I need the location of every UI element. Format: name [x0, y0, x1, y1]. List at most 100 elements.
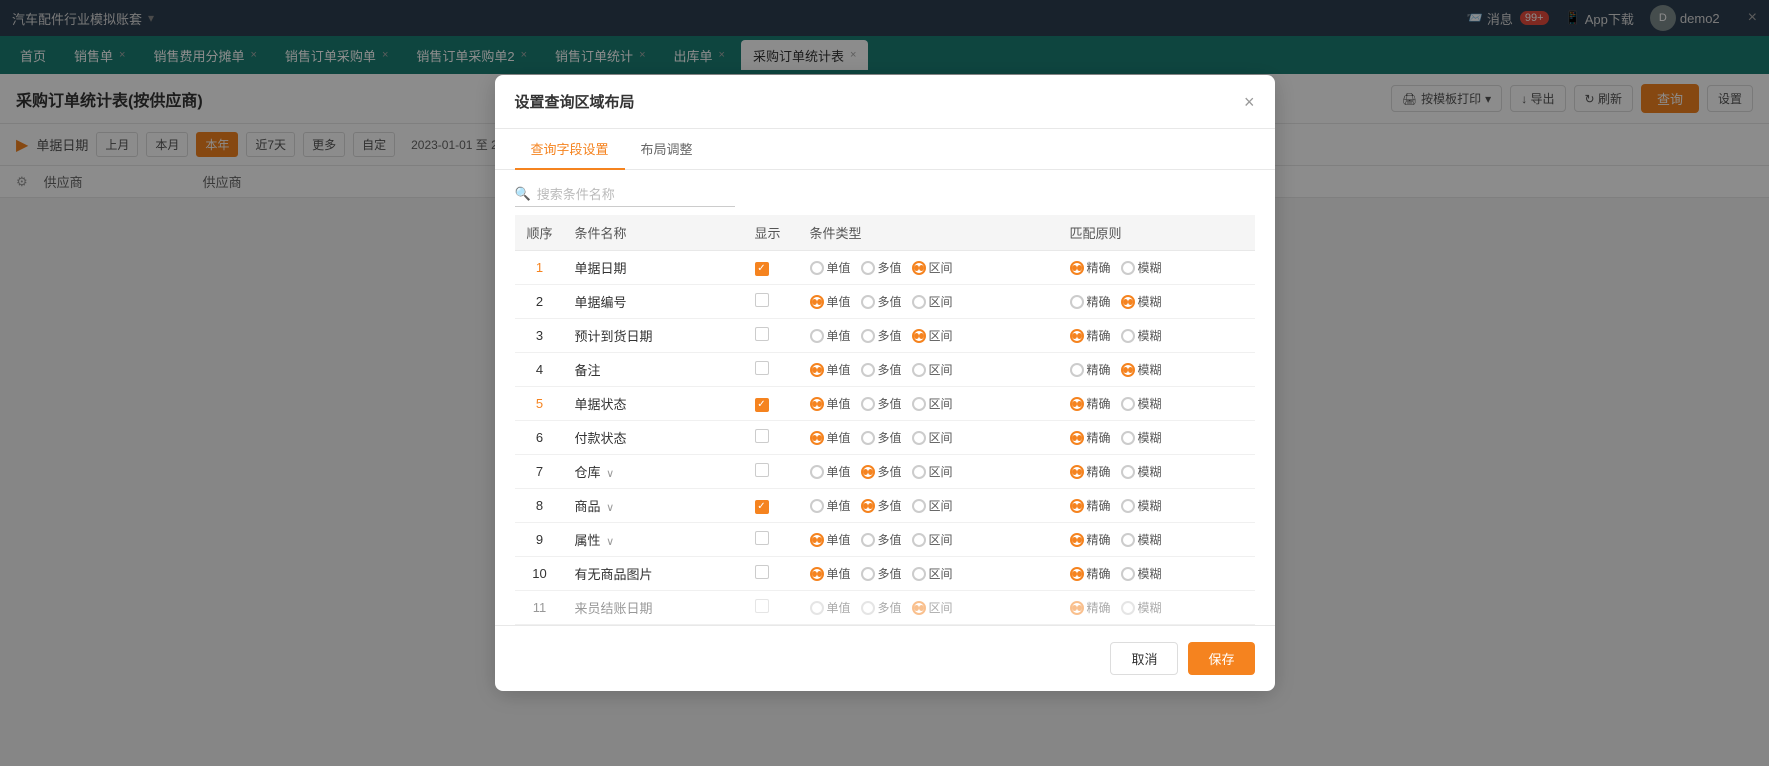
checkbox-display-9[interactable]: [755, 565, 769, 579]
radio-fuzzy-4[interactable]: 模糊: [1121, 395, 1162, 412]
cell-name-3: 备注: [565, 353, 745, 387]
cell-display-4[interactable]: ✓: [745, 387, 800, 421]
table-row: 3 预计到货日期 单值 多值 区间: [515, 319, 1255, 353]
radio-range-6[interactable]: 区间: [912, 463, 953, 480]
cell-match-10: 精确 模糊: [1060, 591, 1255, 625]
radio-multi-0[interactable]: 多值: [861, 259, 902, 276]
cell-type-2: 单值 多值 区间: [800, 319, 1060, 353]
radio-single-2[interactable]: 单值: [810, 327, 851, 344]
radio-fuzzy-9[interactable]: 模糊: [1121, 565, 1162, 582]
cell-display-1[interactable]: [745, 285, 800, 319]
radio-range-3[interactable]: 区间: [912, 361, 953, 378]
dialog-search: 🔍: [495, 170, 1275, 215]
cell-type-4: 单值 多值 区间: [800, 387, 1060, 421]
radio-fuzzy-2[interactable]: 模糊: [1121, 327, 1162, 344]
radio-exact-2[interactable]: 精确: [1070, 327, 1111, 344]
radio-single-5[interactable]: 单值: [810, 429, 851, 446]
cell-display-10[interactable]: [745, 591, 800, 625]
cell-display-3[interactable]: [745, 353, 800, 387]
checkbox-display-2[interactable]: [755, 327, 769, 341]
radio-range-5[interactable]: 区间: [912, 429, 953, 446]
radio-single-0[interactable]: 单值: [810, 259, 851, 276]
radio-range-7[interactable]: 区间: [912, 497, 953, 514]
radio-range-8[interactable]: 区间: [912, 531, 953, 548]
table-row: 11 来员结账日期 单值 多值 区间: [515, 591, 1255, 625]
radio-single-6[interactable]: 单值: [810, 463, 851, 480]
cell-display-2[interactable]: [745, 319, 800, 353]
cell-order-7: 8: [515, 489, 565, 523]
radio-fuzzy-7[interactable]: 模糊: [1121, 497, 1162, 514]
radio-fuzzy-1[interactable]: 模糊: [1121, 293, 1162, 310]
checkbox-display-6[interactable]: [755, 463, 769, 477]
cell-display-0[interactable]: ✓: [745, 251, 800, 285]
radio-exact-10[interactable]: 精确: [1070, 599, 1111, 616]
cell-type-10: 单值 多值 区间: [800, 591, 1060, 625]
cell-order-4: 5: [515, 387, 565, 421]
radio-multi-1[interactable]: 多值: [861, 293, 902, 310]
cancel-button[interactable]: 取消: [1110, 642, 1178, 675]
checkbox-display-7[interactable]: ✓: [755, 500, 769, 514]
radio-fuzzy-0[interactable]: 模糊: [1121, 259, 1162, 276]
radio-exact-9[interactable]: 精确: [1070, 565, 1111, 582]
radio-fuzzy-5[interactable]: 模糊: [1121, 429, 1162, 446]
cell-display-9[interactable]: [745, 557, 800, 591]
checkbox-display-5[interactable]: [755, 429, 769, 443]
checkbox-display-0[interactable]: ✓: [755, 262, 769, 276]
cell-match-7: 精确 模糊: [1060, 489, 1255, 523]
radio-range-10[interactable]: 区间: [912, 599, 953, 616]
checkbox-display-10[interactable]: [755, 599, 769, 613]
radio-single-9[interactable]: 单值: [810, 565, 851, 582]
radio-multi-10[interactable]: 多值: [861, 599, 902, 616]
radio-range-0[interactable]: 区间: [912, 259, 953, 276]
radio-exact-6[interactable]: 精确: [1070, 463, 1111, 480]
radio-multi-6[interactable]: 多值: [861, 463, 902, 480]
radio-multi-8[interactable]: 多值: [861, 531, 902, 548]
radio-single-1[interactable]: 单值: [810, 293, 851, 310]
radio-single-10[interactable]: 单值: [810, 599, 851, 616]
radio-multi-3[interactable]: 多值: [861, 361, 902, 378]
cell-display-7[interactable]: ✓: [745, 489, 800, 523]
search-box: 🔍: [515, 182, 735, 207]
radio-range-2[interactable]: 区间: [912, 327, 953, 344]
search-input[interactable]: [537, 187, 717, 202]
radio-exact-8[interactable]: 精确: [1070, 531, 1111, 548]
dialog-tab-layout[interactable]: 布局调整: [625, 129, 709, 170]
radio-multi-4[interactable]: 多值: [861, 395, 902, 412]
dialog-close-btn[interactable]: ×: [1244, 93, 1255, 111]
radio-single-3[interactable]: 单值: [810, 361, 851, 378]
radio-single-8[interactable]: 单值: [810, 531, 851, 548]
radio-multi-9[interactable]: 多值: [861, 565, 902, 582]
cell-order-5: 6: [515, 421, 565, 455]
radio-fuzzy-10[interactable]: 模糊: [1121, 599, 1162, 616]
checkbox-display-1[interactable]: [755, 293, 769, 307]
radio-multi-5[interactable]: 多值: [861, 429, 902, 446]
radio-multi-7[interactable]: 多值: [861, 497, 902, 514]
radio-range-9[interactable]: 区间: [912, 565, 953, 582]
radio-multi-2[interactable]: 多值: [861, 327, 902, 344]
radio-single-7[interactable]: 单值: [810, 497, 851, 514]
save-button[interactable]: 保存: [1188, 642, 1254, 675]
radio-single-4[interactable]: 单值: [810, 395, 851, 412]
radio-exact-0[interactable]: 精确: [1070, 259, 1111, 276]
cell-match-1: 精确 模糊: [1060, 285, 1255, 319]
cell-display-6[interactable]: [745, 455, 800, 489]
radio-exact-1[interactable]: 精确: [1070, 293, 1111, 310]
radio-fuzzy-8[interactable]: 模糊: [1121, 531, 1162, 548]
cell-type-9: 单值 多值 区间: [800, 557, 1060, 591]
cell-name-7: 商品 ∨: [565, 489, 745, 523]
radio-fuzzy-3[interactable]: 模糊: [1121, 361, 1162, 378]
radio-exact-4[interactable]: 精确: [1070, 395, 1111, 412]
radio-fuzzy-6[interactable]: 模糊: [1121, 463, 1162, 480]
cell-display-8[interactable]: [745, 523, 800, 557]
dialog-tab-query[interactable]: 查询字段设置: [515, 129, 625, 170]
checkbox-display-4[interactable]: ✓: [755, 398, 769, 412]
cell-display-5[interactable]: [745, 421, 800, 455]
checkbox-display-3[interactable]: [755, 361, 769, 375]
radio-exact-7[interactable]: 精确: [1070, 497, 1111, 514]
checkbox-display-8[interactable]: [755, 531, 769, 545]
radio-exact-5[interactable]: 精确: [1070, 429, 1111, 446]
radio-range-1[interactable]: 区间: [912, 293, 953, 310]
cell-type-3: 单值 多值 区间: [800, 353, 1060, 387]
radio-range-4[interactable]: 区间: [912, 395, 953, 412]
radio-exact-3[interactable]: 精确: [1070, 361, 1111, 378]
